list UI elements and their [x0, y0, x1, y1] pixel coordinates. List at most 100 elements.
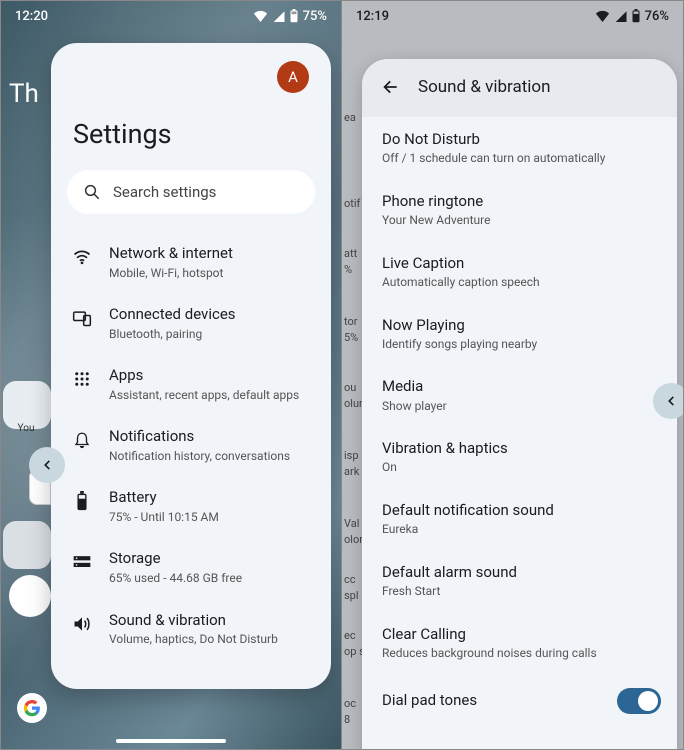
- home-label: You: [18, 423, 35, 434]
- bg-frag: %: [342, 263, 362, 276]
- item-sub: Notification history, conversations: [109, 449, 290, 465]
- settings-item-sound[interactable]: Sound & vibration Volume, haptics, Do No…: [51, 599, 331, 660]
- sound-item-caption[interactable]: Live Caption Automatically caption speec…: [362, 241, 677, 303]
- item-title: Do Not Disturb: [382, 129, 657, 149]
- item-title: Now Playing: [382, 315, 657, 335]
- panel-header: Sound & vibration: [362, 59, 677, 117]
- settings-card: A Settings Search settings Network & int…: [51, 43, 331, 689]
- settings-item-notifications[interactable]: Notifications Notification history, conv…: [51, 415, 331, 476]
- sound-item-alarmsound[interactable]: Default alarm sound Fresh Start: [362, 550, 677, 612]
- item-title: Notifications: [109, 427, 290, 447]
- bg-frag: ec: [342, 629, 362, 642]
- sound-item-dnd[interactable]: Do Not Disturb Off / 1 schedule can turn…: [362, 117, 677, 179]
- item-sub: Show player: [382, 399, 657, 415]
- status-battery: 75%: [303, 9, 327, 24]
- settings-item-connected[interactable]: Connected devices Bluetooth, pairing: [51, 293, 331, 354]
- bottom-dock: [11, 693, 331, 723]
- item-sub: Volume, haptics, Do Not Disturb: [109, 632, 278, 648]
- settings-item-network[interactable]: Network & internet Mobile, Wi-Fi, hotspo…: [51, 232, 331, 293]
- sound-item-media[interactable]: Media Show player: [362, 364, 677, 426]
- item-sub: Mobile, Wi-Fi, hotspot: [109, 266, 233, 282]
- bg-frag: Val: [342, 517, 362, 530]
- item-title: Battery: [109, 488, 219, 508]
- item-title: Media: [382, 376, 657, 396]
- bg-frag: op s: [342, 645, 362, 658]
- avatar[interactable]: A: [277, 61, 309, 93]
- sound-item-dialpad[interactable]: Dial pad tones: [362, 674, 677, 728]
- bg-frag: ea: [342, 111, 362, 124]
- item-sub: Your New Adventure: [382, 213, 657, 229]
- panel-title: Sound & vibration: [418, 77, 551, 97]
- item-sub: On: [382, 460, 657, 476]
- search-input[interactable]: Search settings: [67, 170, 315, 214]
- home-partial-icons: You: [1, 1, 54, 749]
- item-title: Vibration & haptics: [382, 438, 657, 458]
- item-sub: Eureka: [382, 522, 657, 538]
- item-title: Default notification sound: [382, 500, 657, 520]
- wifi-icon: [253, 10, 268, 22]
- sound-item-nowplaying[interactable]: Now Playing Identify songs playing nearb…: [362, 303, 677, 365]
- item-sub: Fresh Start: [382, 584, 657, 600]
- home-pill: [3, 381, 51, 429]
- toggle-switch[interactable]: [617, 688, 661, 714]
- signal-icon: [614, 10, 627, 22]
- item-title: Connected devices: [109, 305, 236, 325]
- back-icon[interactable]: [380, 77, 400, 97]
- google-icon[interactable]: [17, 693, 47, 723]
- item-sub: 75% - Until 10:15 AM: [109, 510, 219, 526]
- home-pill: [9, 575, 51, 617]
- wifi-icon: [71, 246, 93, 268]
- battery-icon: [631, 9, 641, 23]
- sound-item-clearcalling[interactable]: Clear Calling Reduces background noises …: [362, 612, 677, 674]
- item-title: Phone ringtone: [382, 191, 657, 211]
- item-sub: 65% used - 44.68 GB free: [109, 571, 242, 587]
- item-title: Apps: [109, 366, 299, 386]
- sound-item-notifsound[interactable]: Default notification sound Eureka: [362, 488, 677, 550]
- item-title: Dial pad tones: [382, 690, 477, 710]
- bg-frag: olum: [342, 397, 362, 410]
- bg-frag: otif: [342, 197, 362, 210]
- settings-item-apps[interactable]: Apps Assistant, recent apps, default app…: [51, 354, 331, 415]
- back-affordance-icon[interactable]: [653, 383, 683, 419]
- item-sub: Identify songs playing nearby: [382, 337, 657, 353]
- item-title: Storage: [109, 549, 242, 569]
- wifi-icon: [595, 10, 610, 22]
- home-pill: [3, 521, 51, 569]
- status-time: 12:19: [356, 9, 389, 24]
- phone-left: 12:20 75% Th You: [1, 1, 342, 749]
- settings-item-battery[interactable]: Battery 75% - Until 10:15 AM: [51, 476, 331, 537]
- item-sub: Assistant, recent apps, default apps: [109, 388, 299, 404]
- item-title: Default alarm sound: [382, 562, 657, 582]
- back-affordance-icon[interactable]: [29, 447, 65, 483]
- settings-item-storage[interactable]: Storage 65% used - 44.68 GB free: [51, 537, 331, 598]
- bg-frag: spl: [342, 589, 362, 602]
- bg-frag: att: [342, 247, 362, 260]
- bg-frag: ou: [342, 381, 362, 394]
- sound-item-vibration[interactable]: Vibration & haptics On: [362, 426, 677, 488]
- bg-frag: cc: [342, 573, 362, 586]
- item-title: Clear Calling: [382, 624, 657, 644]
- bg-frag: 5%: [342, 331, 362, 344]
- item-sub: Automatically caption speech: [382, 275, 657, 291]
- sound-item-ringtone[interactable]: Phone ringtone Your New Adventure: [362, 179, 677, 241]
- status-time: 12:20: [15, 9, 48, 24]
- item-title: Network & internet: [109, 244, 233, 264]
- apps-grid-icon: [71, 368, 93, 390]
- volume-icon: [71, 613, 93, 635]
- devices-icon: [71, 307, 93, 329]
- battery-icon: [71, 490, 93, 512]
- avatar-letter: A: [288, 68, 298, 86]
- status-bar: 12:19 76%: [342, 1, 683, 31]
- bg-frag: 8: [342, 713, 362, 726]
- home-indicator[interactable]: [116, 739, 226, 743]
- sound-panel: Sound & vibration Do Not Disturb Off / 1…: [362, 59, 677, 749]
- search-placeholder: Search settings: [113, 183, 216, 201]
- bg-occluded-text: ea otif att % tor 5% ou olum isp ark Val…: [342, 1, 362, 749]
- status-bar: 12:20 75%: [1, 1, 341, 31]
- item-sub: Off / 1 schedule can turn on automatical…: [382, 151, 657, 167]
- bg-frag: olor: [342, 533, 362, 546]
- battery-icon: [289, 9, 299, 23]
- bg-frag: ark: [342, 465, 362, 478]
- status-battery: 76%: [645, 9, 669, 24]
- bg-frag: oc: [342, 697, 362, 710]
